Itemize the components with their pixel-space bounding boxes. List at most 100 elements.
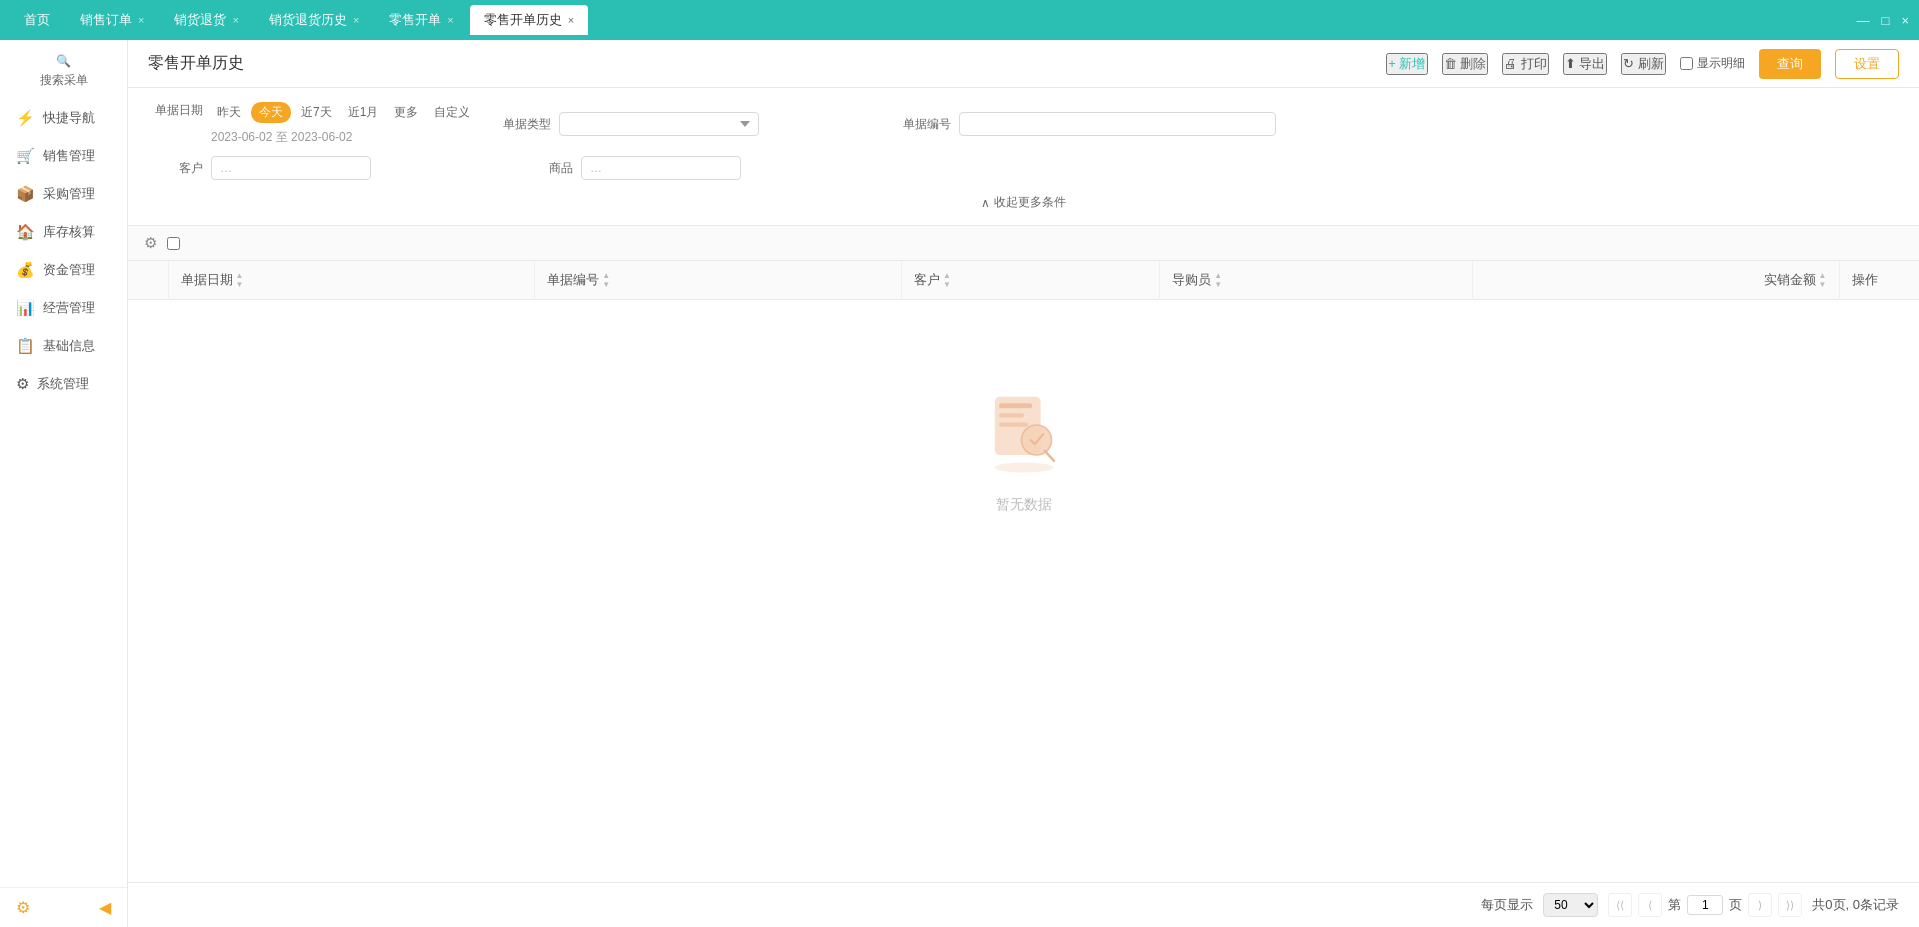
tab-label-sales-return-history: 销货退货历史 [269,11,347,29]
table-toolbar: ⚙ [128,226,1919,261]
th-customer-sort[interactable]: 客户 ▲ ▼ [914,271,1147,289]
th-number-label: 单据编号 [547,271,599,289]
number-filter-input[interactable] [959,112,1276,136]
query-button[interactable]: 查询 [1759,49,1821,79]
table-container: ⚙ 单据日期 ▲ ▼ [128,226,1919,882]
sidebar-search[interactable]: 🔍 搜索采单 [0,40,127,99]
sidebar-item-operations[interactable]: 📊 经营管理 [0,289,127,327]
page-nav: ⟨⟨ ⟨ 第 页 ⟩ ⟩⟩ [1608,893,1802,917]
first-page-button[interactable]: ⟨⟨ [1608,893,1632,917]
data-table: 单据日期 ▲ ▼ 单据编号 ▲ [128,261,1919,300]
tab-home[interactable]: 首页 [10,5,64,35]
tab-retail-open[interactable]: 零售开单× [375,5,467,35]
next-page-button[interactable]: ⟩ [1748,893,1772,917]
top-tabbar: 首页销售订单×销货退货×销货退货历史×零售开单×零售开单历史× — □ × [0,0,1919,40]
date-shortcuts: 昨天今天近7天近1月更多自定义 [211,102,476,123]
last-page-button[interactable]: ⟩⟩ [1778,893,1802,917]
th-salesperson-sort[interactable]: 导购员 ▲ ▼ [1172,271,1460,289]
sidebar-item-quick-nav[interactable]: ⚡ 快捷导航 [0,99,127,137]
tab-label-sales-return: 销货退货 [174,11,226,29]
product-filter-input[interactable]: … [581,156,741,180]
product-filter-label: 商品 [518,160,573,177]
sidebar-quick-nav-label: 快捷导航 [43,109,95,127]
th-action: 操作 [1839,261,1919,300]
collapse-sidebar-icon[interactable]: ◀ [99,898,111,917]
table-header: 单据日期 ▲ ▼ 单据编号 ▲ [128,261,1919,300]
export-button[interactable]: ⬆ 导出 [1563,53,1608,75]
sidebar-label-sales: 销售管理 [43,147,95,165]
tab-sales-order[interactable]: 销售订单 × [66,5,158,35]
date-shortcut-last_month[interactable]: 近1月 [342,102,385,123]
search-icon: 🔍 [56,54,71,68]
filter-row-2: 客户 … 商品 … [148,156,1899,180]
date-shortcut-today[interactable]: 今天 [251,102,291,123]
tab-retail-open-history[interactable]: 零售开单历史× [470,5,588,35]
tab-close-retail-open-history[interactable]: × [568,14,574,26]
sidebar-item-finance[interactable]: 💰 资金管理 [0,251,127,289]
main-layout: 🔍 搜索采单 ⚡ 快捷导航 🛒 销售管理📦 采购管理🏠 库存核算💰 资金管理📊 … [0,40,1919,927]
date-shortcut-yesterday[interactable]: 昨天 [211,102,247,123]
th-amount-sort[interactable]: 实销金额 ▲ ▼ [1485,271,1827,289]
per-page-select[interactable]: 50 10 20 100 [1543,893,1598,917]
tab-close-sales-return-history[interactable]: × [353,14,359,26]
content-area: 零售开单历史 + 新增 🗑 删除 🖨 打印 ⬆ 导出 ↻ 刷新 显示明细 查询 … [128,40,1919,927]
type-filter-group: 单据类型 [496,112,876,136]
window-controls: — □ × [1857,13,1909,28]
settings-button[interactable]: 设置 [1835,49,1899,79]
date-filter-label: 单据日期 [148,102,203,119]
sidebar-menu: 🛒 销售管理📦 采购管理🏠 库存核算💰 资金管理📊 经营管理📋 基础信息⚙ 系统… [0,137,127,887]
date-filter-block: 昨天今天近7天近1月更多自定义 2023-06-02 至 2023-06-02 [211,102,476,146]
sidebar-label-inventory: 库存核算 [43,223,95,241]
sort-arrows-salesperson: ▲ ▼ [1214,272,1222,289]
page-actions: + 新增 🗑 删除 🖨 打印 ⬆ 导出 ↻ 刷新 显示明细 查询 设置 [1386,49,1899,79]
close-icon[interactable]: × [1901,13,1909,28]
empty-icon [974,380,1074,480]
new-button[interactable]: + 新增 [1386,53,1427,75]
tab-close-retail-open[interactable]: × [447,14,453,26]
refresh-button[interactable]: ↻ 刷新 [1621,53,1666,75]
select-all-checkbox[interactable] [167,237,180,250]
page-label-post: 页 [1729,896,1742,914]
sidebar-label-basics: 基础信息 [43,337,95,355]
tab-sales-return[interactable]: 销货退货 × [160,5,252,35]
type-filter-select[interactable] [559,112,759,136]
svg-rect-2 [999,403,1032,408]
date-shortcut-last7[interactable]: 近7天 [295,102,338,123]
svg-rect-4 [999,423,1028,427]
print-button[interactable]: 🖨 打印 [1502,53,1549,75]
sidebar-icon-purchase: 📦 [16,185,35,203]
display-detail-input[interactable] [1680,57,1693,70]
tab-label-sales-order: 销售订单 [80,11,132,29]
date-shortcut-custom[interactable]: 自定义 [428,102,476,123]
customer-filter-input[interactable]: … [211,156,371,180]
th-date: 单据日期 ▲ ▼ [168,261,535,300]
th-amount: 实销金额 ▲ ▼ [1472,261,1839,300]
display-detail-checkbox[interactable]: 显示明细 [1680,55,1745,72]
sidebar-item-system[interactable]: ⚙ 系统管理 [0,365,127,403]
delete-button[interactable]: 🗑 删除 [1442,53,1489,75]
th-number-sort[interactable]: 单据编号 ▲ ▼ [547,271,889,289]
tab-label-home: 首页 [24,11,50,29]
maximize-icon[interactable]: □ [1882,13,1890,28]
tab-close-sales-order[interactable]: × [138,14,144,26]
collapse-button[interactable]: ∧ 收起更多条件 [981,194,1066,211]
tab-sales-return-history[interactable]: 销货退货历史 × [255,5,373,35]
sidebar-item-purchase[interactable]: 📦 采购管理 [0,175,127,213]
minimize-icon[interactable]: — [1857,13,1870,28]
svg-point-0 [994,463,1052,473]
prev-page-button[interactable]: ⟨ [1638,893,1662,917]
date-shortcut-more[interactable]: 更多 [388,102,424,123]
table-settings-icon[interactable]: ⚙ [144,234,157,252]
sidebar-item-inventory[interactable]: 🏠 库存核算 [0,213,127,251]
th-date-label: 单据日期 [181,271,233,289]
sidebar-item-sales[interactable]: 🛒 销售管理 [0,137,127,175]
type-filter-label: 单据类型 [496,116,551,133]
sidebar-icon-operations: 📊 [16,299,35,317]
tab-close-sales-return[interactable]: × [232,14,238,26]
th-date-sort[interactable]: 单据日期 ▲ ▼ [181,271,523,289]
settings-icon[interactable]: ⚙ [16,898,30,917]
page-title: 零售开单历史 [148,53,244,74]
sidebar-item-basics[interactable]: 📋 基础信息 [0,327,127,365]
page-input[interactable] [1687,895,1723,915]
sidebar-icon-basics: 📋 [16,337,35,355]
